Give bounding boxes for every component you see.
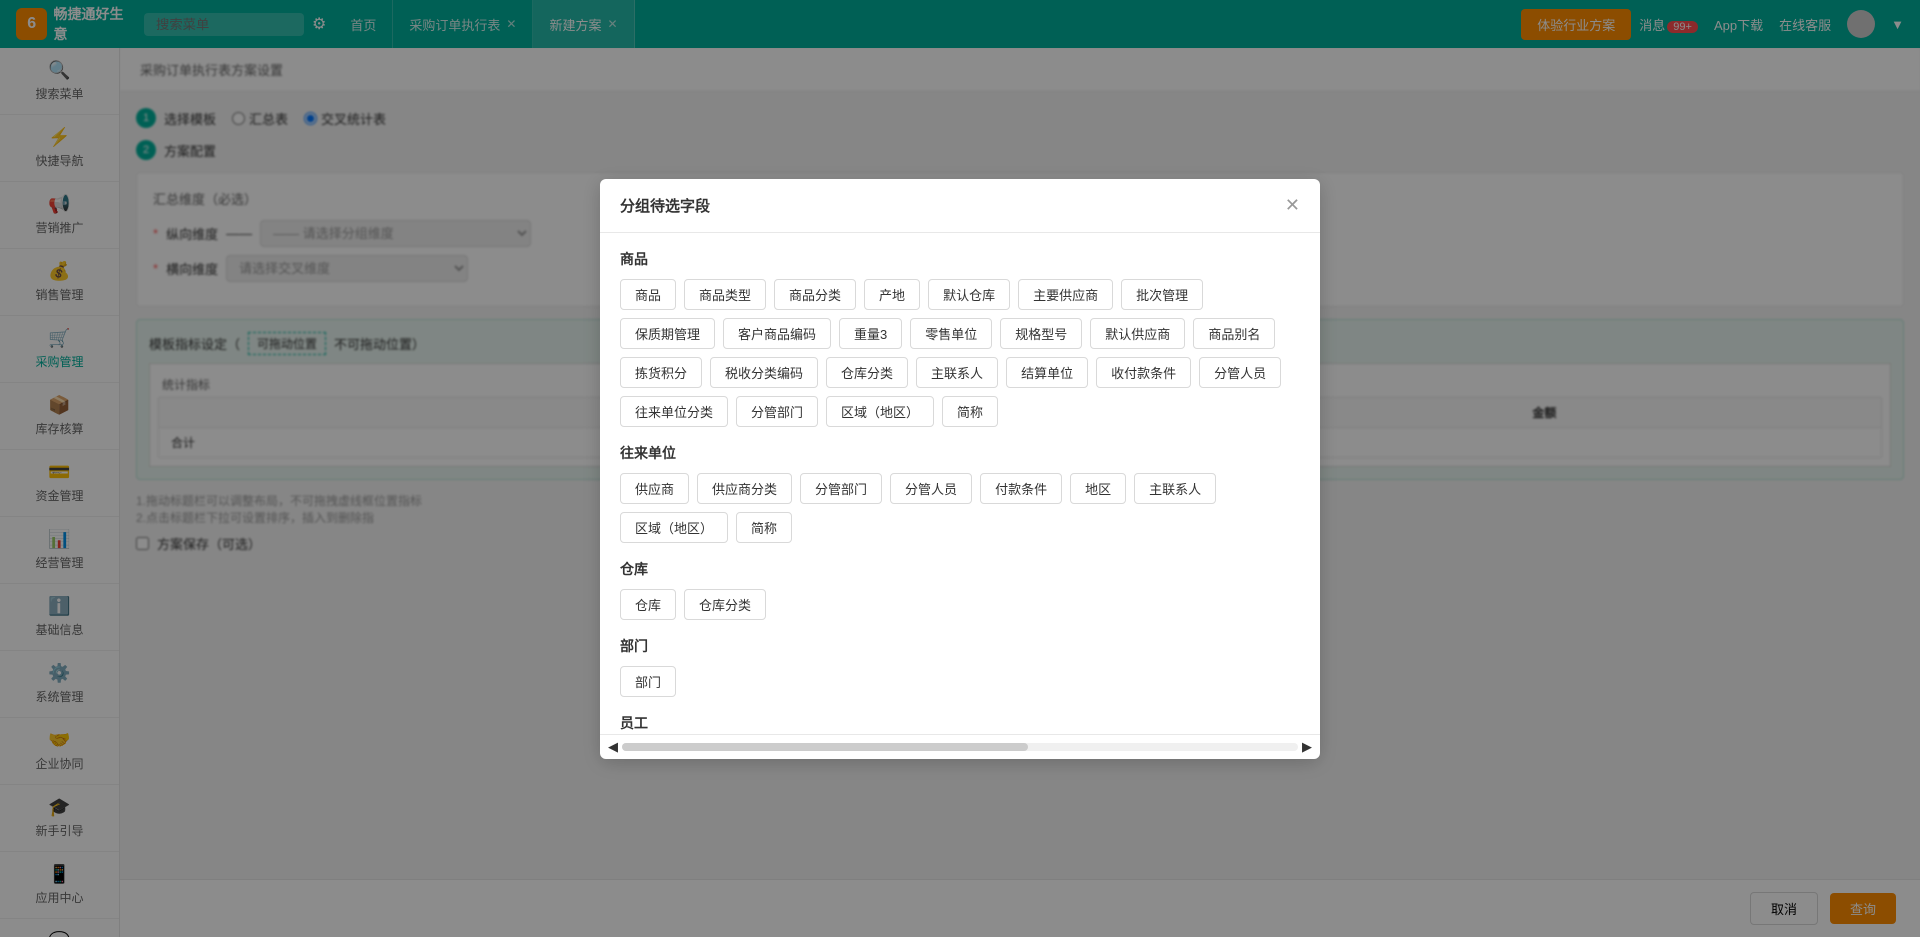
field-tag[interactable]: 简称 (736, 512, 792, 543)
field-tag[interactable]: 主联系人 (1134, 473, 1216, 504)
section-warehouse-tags: 仓库 仓库分类 (620, 589, 1300, 620)
field-tag[interactable]: 商品类型 (684, 279, 766, 310)
section-employee-title: 员工 (620, 713, 1300, 733)
field-tag[interactable]: 商品分类 (774, 279, 856, 310)
field-tag[interactable]: 重量3 (839, 318, 902, 349)
field-tag[interactable]: 分管部门 (736, 396, 818, 427)
modal-header: 分组待选字段 ✕ (600, 179, 1320, 233)
field-tag[interactable]: 收付款条件 (1096, 357, 1191, 388)
field-tag[interactable]: 规格型号 (1000, 318, 1082, 349)
field-tag[interactable]: 税收分类编码 (710, 357, 818, 388)
field-tag[interactable]: 区域（地区） (826, 396, 934, 427)
field-tag[interactable]: 分管人员 (890, 473, 972, 504)
field-tag[interactable]: 仓库 (620, 589, 676, 620)
field-tag[interactable]: 拣货积分 (620, 357, 702, 388)
section-department-title: 部门 (620, 636, 1300, 656)
section-product-tags: 商品 商品类型 商品分类 产地 默认仓库 主要供应商 批次管理 保质期管理 客户… (620, 279, 1300, 427)
horizontal-scrollbar[interactable] (622, 743, 1298, 751)
field-tag[interactable]: 默认仓库 (928, 279, 1010, 310)
modal-title: 分组待选字段 (620, 195, 710, 216)
field-tag[interactable]: 批次管理 (1121, 279, 1203, 310)
field-tag[interactable]: 结算单位 (1006, 357, 1088, 388)
field-tag[interactable]: 付款条件 (980, 473, 1062, 504)
field-tag[interactable]: 供应商 (620, 473, 689, 504)
scroll-right-arrow[interactable]: ▶ (1298, 739, 1316, 755)
scrollbar-thumb (622, 743, 1028, 751)
modal-body[interactable]: 商品 商品 商品类型 商品分类 产地 默认仓库 主要供应商 批次管理 保质期管理… (600, 233, 1320, 734)
field-selection-modal: 分组待选字段 ✕ 商品 商品 商品类型 商品分类 产地 默认仓库 主要供应商 批… (600, 179, 1320, 759)
modal-overlay: 分组待选字段 ✕ 商品 商品 商品类型 商品分类 产地 默认仓库 主要供应商 批… (0, 0, 1920, 937)
field-tag[interactable]: 简称 (942, 396, 998, 427)
field-tag[interactable]: 商品别名 (1193, 318, 1275, 349)
field-tag[interactable]: 产地 (864, 279, 920, 310)
section-employee: 员工 业务员 (620, 713, 1300, 734)
section-contacts-title: 往来单位 (620, 443, 1300, 463)
modal-scrollbar-area: ◀ ▶ (600, 734, 1320, 759)
field-tag[interactable]: 客户商品编码 (723, 318, 831, 349)
field-tag[interactable]: 仓库分类 (826, 357, 908, 388)
field-tag[interactable]: 主联系人 (916, 357, 998, 388)
field-tag[interactable]: 默认供应商 (1090, 318, 1185, 349)
section-warehouse: 仓库 仓库 仓库分类 (620, 559, 1300, 620)
section-warehouse-title: 仓库 (620, 559, 1300, 579)
field-tag[interactable]: 商品 (620, 279, 676, 310)
section-department: 部门 部门 (620, 636, 1300, 697)
field-tag[interactable]: 仓库分类 (684, 589, 766, 620)
field-tag[interactable]: 供应商分类 (697, 473, 792, 504)
field-tag[interactable]: 分管人员 (1199, 357, 1281, 388)
field-tag[interactable]: 分管部门 (800, 473, 882, 504)
modal-close-button[interactable]: ✕ (1285, 195, 1300, 216)
field-tag[interactable]: 往来单位分类 (620, 396, 728, 427)
section-product-title: 商品 (620, 249, 1300, 269)
field-tag[interactable]: 零售单位 (910, 318, 992, 349)
field-tag[interactable]: 主要供应商 (1018, 279, 1113, 310)
field-tag[interactable]: 部门 (620, 666, 676, 697)
section-department-tags: 部门 (620, 666, 1300, 697)
scroll-left-arrow[interactable]: ◀ (604, 739, 622, 755)
section-product: 商品 商品 商品类型 商品分类 产地 默认仓库 主要供应商 批次管理 保质期管理… (620, 249, 1300, 427)
field-tag[interactable]: 区域（地区） (620, 512, 728, 543)
field-tag[interactable]: 地区 (1070, 473, 1126, 504)
section-contacts-tags: 供应商 供应商分类 分管部门 分管人员 付款条件 地区 主联系人 区域（地区） … (620, 473, 1300, 543)
section-contacts: 往来单位 供应商 供应商分类 分管部门 分管人员 付款条件 地区 主联系人 区域… (620, 443, 1300, 543)
field-tag[interactable]: 保质期管理 (620, 318, 715, 349)
